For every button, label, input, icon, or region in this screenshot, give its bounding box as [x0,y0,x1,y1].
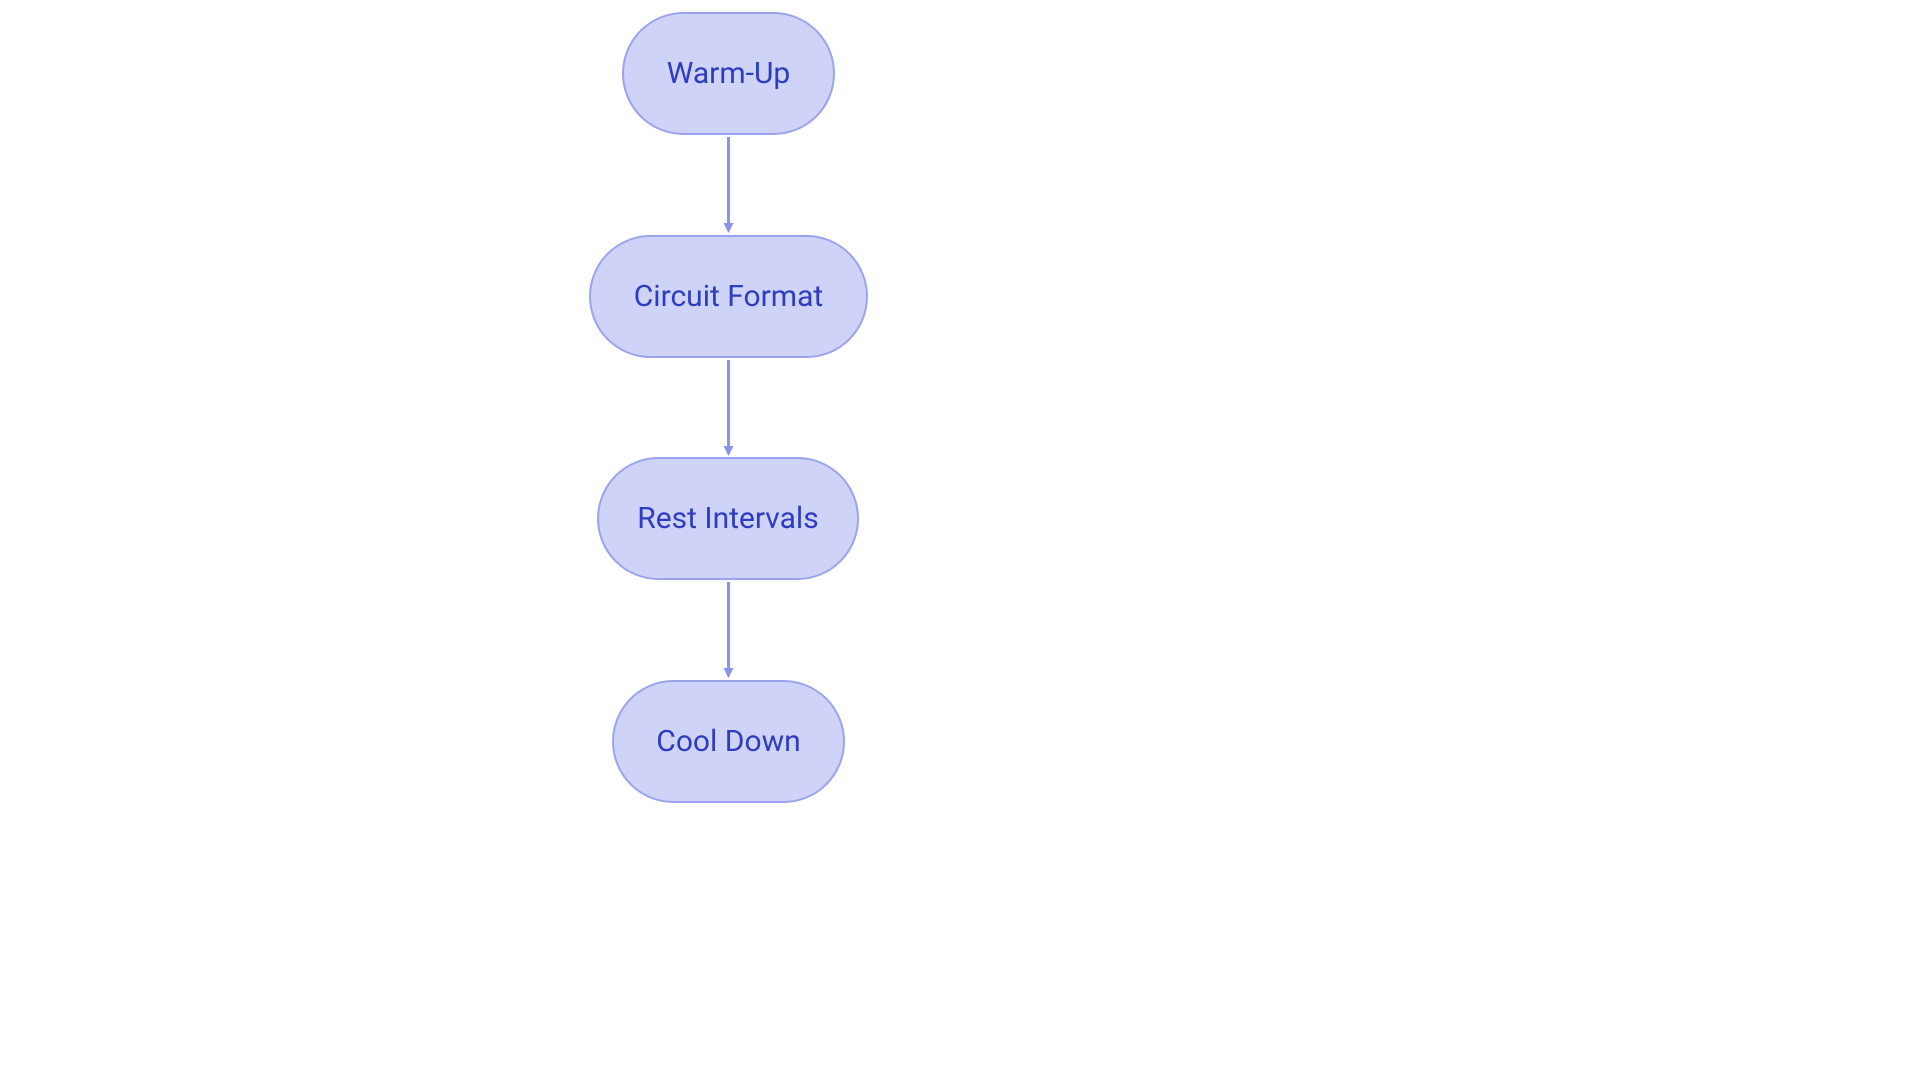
node-label: Rest Intervals [637,501,818,536]
node-label: Circuit Format [634,279,824,314]
node-rest-intervals: Rest Intervals [597,457,859,580]
node-cool-down: Cool Down [612,680,845,803]
node-circuit-format: Circuit Format [589,235,868,358]
node-warm-up: Warm-Up [622,12,835,135]
node-label: Cool Down [656,724,800,759]
flowchart-canvas: Warm-Up Circuit Format Rest Intervals Cool … [0,0,1920,1083]
arrows-layer [0,0,1920,1083]
node-label: Warm-Up [667,56,791,91]
